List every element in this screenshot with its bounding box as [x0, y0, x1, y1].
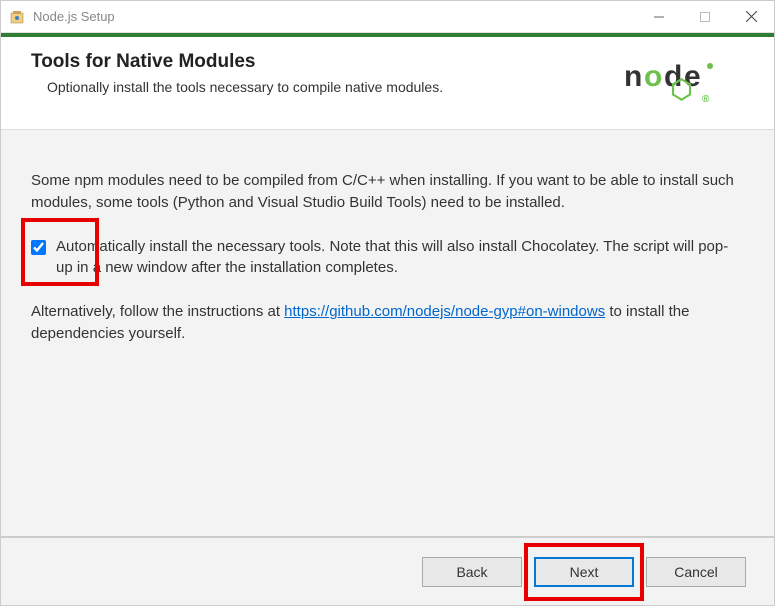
titlebar: Node.js Setup: [1, 1, 774, 33]
header-text: Tools for Native Modules Optionally inst…: [31, 51, 614, 95]
next-button[interactable]: Next: [534, 557, 634, 587]
maximize-button[interactable]: [682, 1, 728, 32]
node-logo: n o d e ®: [614, 51, 744, 111]
header: Tools for Native Modules Optionally inst…: [1, 37, 774, 130]
next-button-wrap: Next: [534, 557, 634, 587]
close-button[interactable]: [728, 1, 774, 32]
window-title: Node.js Setup: [33, 9, 636, 24]
checkbox-row: Automatically install the necessary tool…: [31, 236, 744, 280]
auto-install-label[interactable]: Automatically install the necessary tool…: [56, 236, 744, 280]
window-controls: [636, 1, 774, 32]
page-title: Tools for Native Modules: [31, 51, 614, 73]
svg-text:®: ®: [702, 94, 710, 105]
alt-prefix: Alternatively, follow the instructions a…: [31, 303, 284, 320]
minimize-button[interactable]: [636, 1, 682, 32]
svg-text:o: o: [644, 60, 662, 93]
installer-icon: [9, 9, 25, 25]
page-subtitle: Optionally install the tools necessary t…: [31, 79, 614, 95]
intro-text: Some npm modules need to be compiled fro…: [31, 170, 744, 214]
auto-install-checkbox[interactable]: [31, 240, 46, 255]
svg-text:e: e: [684, 60, 700, 93]
installer-window: Node.js Setup Tools for Native Modules O…: [0, 0, 775, 606]
footer: Back Next Cancel: [1, 537, 774, 605]
cancel-button[interactable]: Cancel: [646, 557, 746, 587]
node-gyp-link[interactable]: https://github.com/nodejs/node-gyp#on-wi…: [284, 303, 605, 320]
back-button[interactable]: Back: [422, 557, 522, 587]
svg-text:n: n: [624, 60, 641, 93]
alternative-text: Alternatively, follow the instructions a…: [31, 301, 744, 345]
content-area: Some npm modules need to be compiled fro…: [1, 130, 774, 536]
